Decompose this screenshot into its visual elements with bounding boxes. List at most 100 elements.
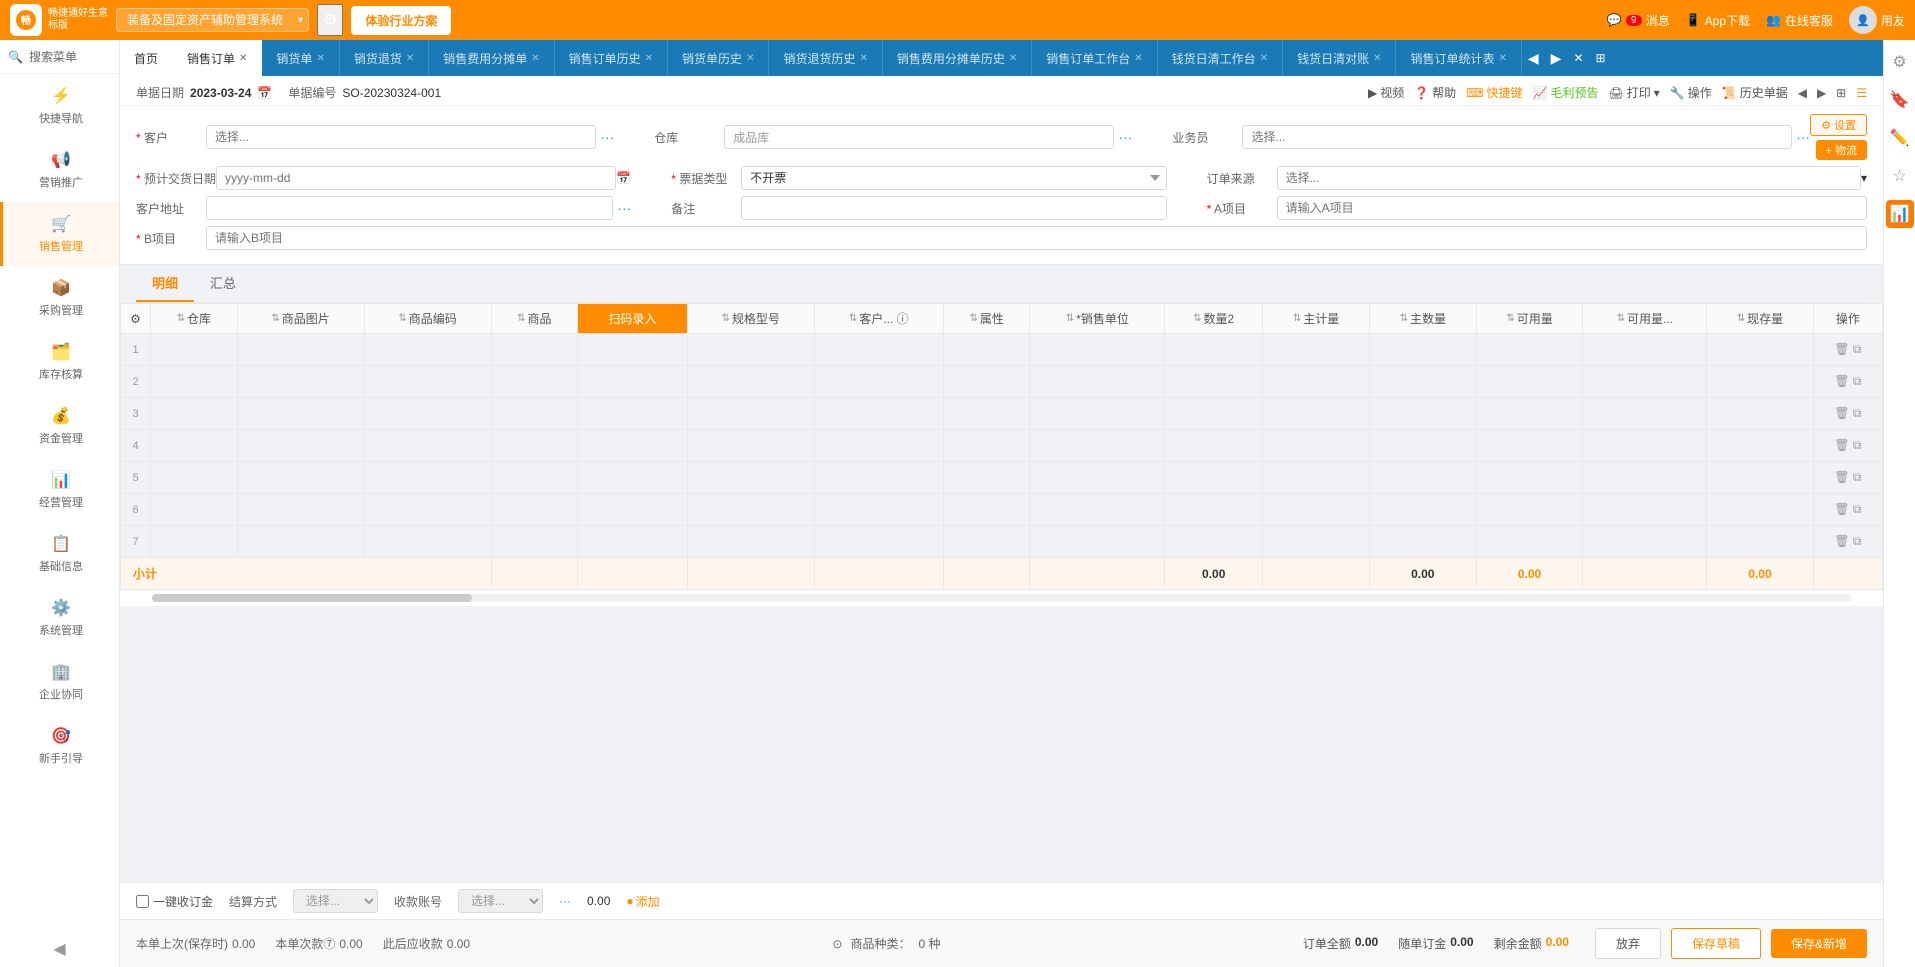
history-button[interactable]: 📜 历史单据 xyxy=(1722,84,1788,101)
right-panel-icon-chart[interactable]: 📊 xyxy=(1886,200,1914,228)
right-panel-icon-settings[interactable]: ⚙ xyxy=(1886,48,1914,76)
tab-close-sales-order[interactable]: ✕ xyxy=(239,53,247,64)
print-dropdown-icon[interactable]: ▾ xyxy=(1654,86,1660,100)
logistics-button[interactable]: + 物流 xyxy=(1816,140,1867,160)
nav-next-icon[interactable]: ▶ xyxy=(1817,86,1826,100)
message-item[interactable]: 💬 9 消息 xyxy=(1607,12,1670,29)
save-draft-button[interactable]: 保存草稿 xyxy=(1671,928,1761,959)
tab-close-sales-expense[interactable]: ✕ xyxy=(531,53,539,64)
nav-prev-icon[interactable]: ◀ xyxy=(1798,86,1807,100)
row-copy-icon[interactable]: ⧉ xyxy=(1853,406,1862,420)
memo-input[interactable] xyxy=(741,196,1166,220)
profit-button[interactable]: 📈 毛利预告 xyxy=(1533,84,1599,101)
warehouse-input[interactable] xyxy=(724,125,1114,149)
row-copy-icon[interactable]: ⧉ xyxy=(1853,534,1862,548)
tab-close-daily-reconcile[interactable]: ✕ xyxy=(1373,53,1381,64)
tab-sales-order-history[interactable]: 销售订单历史 ✕ xyxy=(555,40,668,76)
b-project-input[interactable] xyxy=(206,226,1867,250)
scroll-bar-area[interactable] xyxy=(120,590,1883,606)
save-new-button[interactable]: 保存&新增 xyxy=(1771,929,1867,958)
sidebar-item-operations[interactable]: 📊 经营管理 xyxy=(0,458,119,522)
sidebar-settings-icon[interactable]: ⚙ xyxy=(48,903,70,931)
shortcut-button[interactable]: ⌨ 快捷键 xyxy=(1466,84,1522,101)
tab-daily-reconcile[interactable]: 钱货日清对账 ✕ xyxy=(1283,40,1396,76)
tab-home[interactable]: 首页 xyxy=(120,40,173,76)
staff-dots[interactable]: ··· xyxy=(1796,129,1810,145)
a-project-input[interactable] xyxy=(1277,196,1867,220)
view-video-button[interactable]: ▶ 视频 xyxy=(1368,84,1404,101)
right-panel-icon-edit[interactable]: ✏️ xyxy=(1886,124,1914,152)
row-delete-icon[interactable]: 🗑 xyxy=(1834,438,1849,452)
tab-sales-slip-history[interactable]: 销货单历史 ✕ xyxy=(668,40,769,76)
row-delete-icon[interactable]: 🗑 xyxy=(1834,470,1849,484)
tab-expense-history[interactable]: 销售费用分摊单历史 ✕ xyxy=(883,40,1032,76)
sidebar-item-finance[interactable]: 💰 资金管理 xyxy=(0,394,119,458)
tab-daily-clear[interactable]: 钱货日清工作台 ✕ xyxy=(1158,40,1283,76)
plan-button[interactable]: 体验行业方案 xyxy=(351,6,451,35)
payment-method-select[interactable]: 选择... xyxy=(293,889,378,913)
customer-dots[interactable]: ··· xyxy=(600,129,614,145)
tab-close-expense-history[interactable]: ✕ xyxy=(1009,53,1017,64)
tab-prev-button[interactable]: ◀ xyxy=(1522,50,1545,67)
right-panel-icon-bookmark[interactable]: 🔖 xyxy=(1886,86,1914,114)
print-button[interactable]: 🖨 打印 ▾ xyxy=(1608,84,1659,101)
system-selector[interactable]: 装备及固定资产辅助管理系统 xyxy=(116,8,309,32)
system-selector-wrap[interactable]: 装备及固定资产辅助管理系统 xyxy=(116,8,309,32)
delivery-date-input[interactable] xyxy=(216,166,616,190)
tab-sales-return[interactable]: 销货退货 ✕ xyxy=(340,40,429,76)
staff-input[interactable] xyxy=(1242,125,1792,149)
horizontal-scrollbar[interactable] xyxy=(152,594,1851,602)
tab-sales-stats[interactable]: 销售订单统计表 ✕ xyxy=(1396,40,1521,76)
tab-close-order-workbench[interactable]: ✕ xyxy=(1134,53,1142,64)
app-download-item[interactable]: 📱 App下载 xyxy=(1686,12,1750,29)
row-delete-icon[interactable]: 🗑 xyxy=(1834,534,1849,548)
account-dots[interactable]: ··· xyxy=(559,894,571,908)
tab-more-button[interactable]: ✕ xyxy=(1567,51,1589,65)
user-item[interactable]: 👤 用友 xyxy=(1849,6,1905,34)
add-button[interactable]: ● 添加 xyxy=(626,893,659,910)
sidebar-collapse-button[interactable]: ◀ xyxy=(53,939,65,959)
right-panel-icon-star[interactable]: ☆ xyxy=(1886,162,1914,190)
addr-dots[interactable]: ··· xyxy=(617,200,631,216)
tab-return-history[interactable]: 销货退货历史 ✕ xyxy=(769,40,882,76)
row-copy-icon[interactable]: ⧉ xyxy=(1853,342,1862,356)
order-source-input[interactable] xyxy=(1277,166,1861,190)
th-scan-input[interactable]: 扫码录入 xyxy=(578,304,688,334)
online-support-item[interactable]: 👥 在线客服 xyxy=(1766,12,1833,29)
sidebar-item-system[interactable]: ⚙️ 系统管理 xyxy=(0,586,119,650)
discard-button[interactable]: 放弃 xyxy=(1595,928,1661,959)
tab-expand-button[interactable]: ⊞ xyxy=(1590,51,1612,65)
sidebar-item-inventory[interactable]: 🗂️ 库存核算 xyxy=(0,330,119,394)
sidebar-item-basic-info[interactable]: 📋 基础信息 xyxy=(0,522,119,586)
order-source-dropdown[interactable]: ▾ xyxy=(1861,171,1867,185)
tab-close-daily-clear[interactable]: ✕ xyxy=(1260,53,1268,64)
layout-list-icon[interactable]: ☰ xyxy=(1856,86,1867,100)
section-tab-detail[interactable]: 明细 xyxy=(136,265,194,302)
row-delete-icon[interactable]: 🗑 xyxy=(1834,502,1849,516)
account-select[interactable]: 选择... xyxy=(458,889,543,913)
row-delete-icon[interactable]: 🗑 xyxy=(1834,406,1849,420)
row-copy-icon[interactable]: ⧉ xyxy=(1853,502,1862,516)
sidebar-item-sales[interactable]: 🛒 销售管理 xyxy=(0,202,119,266)
layout-grid-icon[interactable]: ⊞ xyxy=(1836,86,1846,100)
sidebar-item-enterprise[interactable]: 🏢 企业协同 xyxy=(0,650,119,714)
help-button[interactable]: ❓ 帮助 xyxy=(1414,84,1456,101)
row-copy-icon[interactable]: ⧉ xyxy=(1853,374,1862,388)
gear-button[interactable]: ⚙ xyxy=(317,4,343,36)
sidebar-item-quick-nav[interactable]: ⚡ 快捷导航 xyxy=(0,74,119,138)
quick-deposit-input[interactable] xyxy=(136,895,149,908)
settings-form-button[interactable]: ⚙ 设置 xyxy=(1810,114,1867,136)
tab-close-slip-history[interactable]: ✕ xyxy=(746,53,754,64)
tab-close-sales-slip[interactable]: ✕ xyxy=(316,53,324,64)
tab-close-sales-return[interactable]: ✕ xyxy=(406,53,414,64)
customer-addr-input[interactable] xyxy=(206,196,613,220)
operate-button[interactable]: 🔧 操作 xyxy=(1670,84,1712,101)
sidebar-item-marketing[interactable]: 📢 营销推广 xyxy=(0,138,119,202)
scroll-thumb[interactable] xyxy=(152,594,472,602)
customer-input[interactable] xyxy=(206,125,596,149)
delivery-calendar-icon[interactable]: 📅 xyxy=(616,171,631,185)
warehouse-dots[interactable]: ··· xyxy=(1118,129,1132,145)
th-settings[interactable]: ⚙ xyxy=(121,304,151,334)
row-copy-icon[interactable]: ⧉ xyxy=(1853,470,1862,484)
tab-close-sales-stats[interactable]: ✕ xyxy=(1499,53,1507,64)
